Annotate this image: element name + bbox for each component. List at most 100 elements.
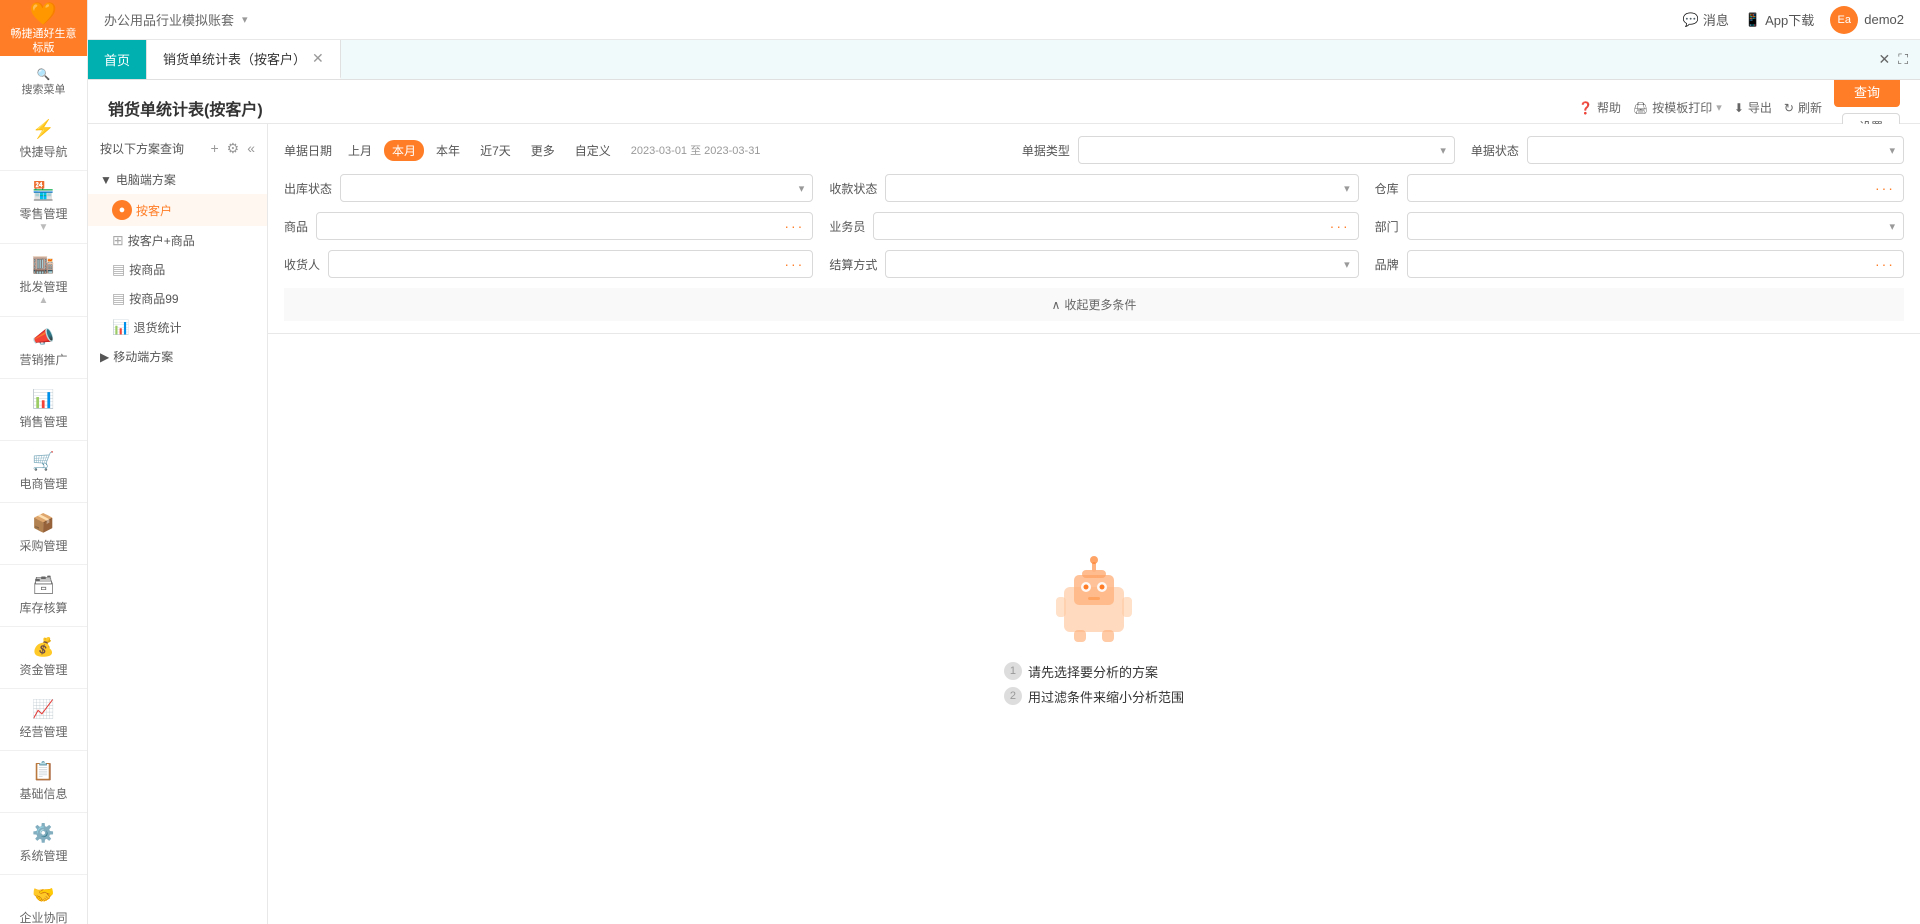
empty-state: 1 请先选择要分析的方案 2 用过滤条件来缩小分析范围 <box>268 334 1920 924</box>
bill-status-label: 单据状态 <box>1471 142 1519 159</box>
chevron-down-icon: ▾ <box>1344 182 1350 195</box>
tab-close-icon[interactable]: ✕ <box>312 50 324 67</box>
help-button[interactable]: ❓ 帮助 <box>1578 99 1621 116</box>
dots-icon: ··· <box>1330 218 1350 234</box>
department-select[interactable]: ▾ <box>1407 212 1904 240</box>
tree-item-by-customer[interactable]: ● 按客户 <box>88 194 267 226</box>
date-label: 单据日期 <box>284 142 332 159</box>
filter-bill-status: 单据状态 ▾ <box>1471 136 1904 164</box>
warehouse-select[interactable]: ··· <box>1407 174 1904 202</box>
message-button[interactable]: 💬 消息 <box>1683 10 1729 29</box>
sidebar-item-operations[interactable]: 📈 经营管理 <box>0 689 87 751</box>
sidebar-item-sales[interactable]: 📊 销售管理 <box>0 379 87 441</box>
tree-item-return-stats[interactable]: 📊 退货统计 <box>88 313 267 342</box>
sidebar-item-basic[interactable]: 📋 基础信息 <box>0 751 87 813</box>
date-btn-this-year[interactable]: 本年 <box>428 140 468 161</box>
tree-group-mobile-header[interactable]: ▶ 移动端方案 <box>88 342 267 371</box>
filter-settlement: 结算方式 ▾ <box>829 250 1358 278</box>
sidebar-item-ecommerce[interactable]: 🛒 电商管理 <box>0 441 87 503</box>
industry-dropdown[interactable]: ▾ <box>242 13 248 26</box>
tree-group-desktop-header[interactable]: ▼ 电脑端方案 <box>88 165 267 194</box>
sidebar-item-system[interactable]: ⚙️ 系统管理 <box>0 813 87 875</box>
salesperson-select[interactable]: ··· <box>873 212 1358 240</box>
page-header: 销货单统计表(按客户) ❓ 帮助 🖨 按模板打印 ▾ ⬇ 导出 ↻ 刷新 <box>88 80 1920 124</box>
collapse-up-icon: ∧ <box>1052 298 1061 312</box>
tree-item-by-goods99[interactable]: ▤ 按商品99 <box>88 284 267 313</box>
sidebar-item-marketing[interactable]: 📣 营销推广 <box>0 317 87 379</box>
sidebar-item-finance[interactable]: 💰 资金管理 <box>0 627 87 689</box>
date-btn-this-month[interactable]: 本月 <box>384 140 424 161</box>
page-title: 销货单统计表(按客户) <box>108 96 263 120</box>
message-icon: 💬 <box>1683 12 1699 28</box>
tree-item-label: 按商品99 <box>129 290 178 307</box>
receiver-label: 收货人 <box>284 256 320 273</box>
empty-illustration <box>1044 547 1144 650</box>
export-button[interactable]: ⬇ 导出 <box>1734 99 1772 116</box>
tree-item-by-goods[interactable]: ▤ 按商品 <box>88 255 267 284</box>
template-print-button[interactable]: 🖨 按模板打印 ▾ <box>1633 99 1722 116</box>
tip-number-1: 1 <box>1004 662 1022 680</box>
date-btn-custom[interactable]: 自定义 <box>567 140 619 161</box>
top-header: 办公用品行业模拟账套 ▾ 💬 消息 📱 App下载 Ea demo2 <box>88 0 1920 40</box>
empty-tip-1: 1 请先选择要分析的方案 <box>1004 662 1184 681</box>
tip-text-2: 用过滤条件来缩小分析范围 <box>1028 687 1184 706</box>
stock-status-select[interactable]: ▾ <box>340 174 813 202</box>
filter-area: 单据日期 上月 本月 本年 近7天 更多 自定义 20 <box>268 124 1920 334</box>
window-close-icon[interactable]: ✕ <box>1878 51 1890 68</box>
avatar: Ea <box>1830 6 1858 34</box>
receiver-select[interactable]: ··· <box>328 250 813 278</box>
expand-icon: ▼ <box>100 173 112 187</box>
active-scheme-indicator: ● <box>112 200 132 220</box>
chevron-down-icon: ▾ <box>1440 144 1446 157</box>
sidebar-item-label: 系统管理 <box>19 847 67 864</box>
refresh-icon: ↻ <box>1784 101 1794 115</box>
settlement-select[interactable]: ▾ <box>885 250 1358 278</box>
query-button[interactable]: 查询 <box>1834 80 1900 107</box>
date-btn-last-month[interactable]: 上月 <box>340 140 380 161</box>
operations-icon: 📈 <box>32 699 54 720</box>
sidebar-item-enterprise[interactable]: 🤝 企业协同 <box>0 875 87 924</box>
sidebar-search[interactable]: 🔍搜索菜单 <box>0 56 87 109</box>
date-btn-last-7days[interactable]: 近7天 <box>472 140 519 161</box>
sidebar-item-wholesale[interactable]: 🏬 批发管理 ▲ <box>0 244 87 317</box>
sidebar-item-inventory[interactable]: 🗃 库存核算 <box>0 565 87 627</box>
payment-status-select[interactable]: ▾ <box>885 174 1358 202</box>
warehouse-label: 仓库 <box>1375 180 1399 197</box>
tree-group-label: 电脑端方案 <box>116 171 176 188</box>
app-download-button[interactable]: 📱 App下载 <box>1745 10 1814 29</box>
bill-status-select[interactable]: ▾ <box>1527 136 1904 164</box>
refresh-button[interactable]: ↻ 刷新 <box>1784 99 1822 116</box>
user-area[interactable]: Ea demo2 <box>1830 6 1904 34</box>
chevron-icon: ▼ <box>39 222 49 233</box>
system-icon: ⚙️ <box>32 823 54 844</box>
sidebar-item-quick-nav[interactable]: ⚡ 快捷导航 <box>0 109 87 171</box>
brand-select[interactable]: ··· <box>1407 250 1904 278</box>
download-icon: 📱 <box>1745 12 1761 28</box>
sidebar-item-purchase[interactable]: 📦 采购管理 <box>0 503 87 565</box>
app-logo-text: 畅捷通好生意 标版 <box>11 27 77 56</box>
app-download-label: App下载 <box>1765 10 1814 29</box>
bill-type-select[interactable]: ▾ <box>1078 136 1455 164</box>
sidebar-item-retail[interactable]: 🏪 零售管理 ▼ <box>0 171 87 244</box>
window-maximize-icon[interactable]: ⛶ <box>1898 51 1908 68</box>
quick-nav-icon: ⚡ <box>32 119 54 140</box>
tab-sales-stat[interactable]: 销货单统计表（按客户） ✕ <box>147 40 341 79</box>
tree-group-desktop: ▼ 电脑端方案 ● 按客户 ⊞ 按客户+商品 ▤ 按商品 <box>88 165 267 342</box>
settings-scheme-icon[interactable]: ⚙ <box>227 140 240 157</box>
chevron-down-icon: ▾ <box>1889 220 1895 233</box>
collapse-more-conditions[interactable]: ∧ 收起更多条件 <box>284 288 1904 321</box>
chevron-icon: ▲ <box>39 295 49 306</box>
sidebar-item-label: 销售管理 <box>19 413 67 430</box>
add-scheme-icon[interactable]: + <box>210 140 218 157</box>
goods-select[interactable]: ··· <box>316 212 813 240</box>
sidebar-item-label: 基础信息 <box>19 785 67 802</box>
tree-group-mobile: ▶ 移动端方案 <box>88 342 267 371</box>
sidebar-item-label: 采购管理 <box>19 537 67 554</box>
tree-item-by-customer-goods[interactable]: ⊞ 按客户+商品 <box>88 226 267 255</box>
enterprise-icon: 🤝 <box>32 885 54 906</box>
scheme-icon: ▤ <box>112 290 125 307</box>
app-title-area: 办公用品行业模拟账套 ▾ <box>104 10 248 29</box>
collapse-panel-icon[interactable]: « <box>247 140 255 157</box>
date-btn-more[interactable]: 更多 <box>523 140 563 161</box>
tab-home[interactable]: 首页 <box>88 40 147 79</box>
